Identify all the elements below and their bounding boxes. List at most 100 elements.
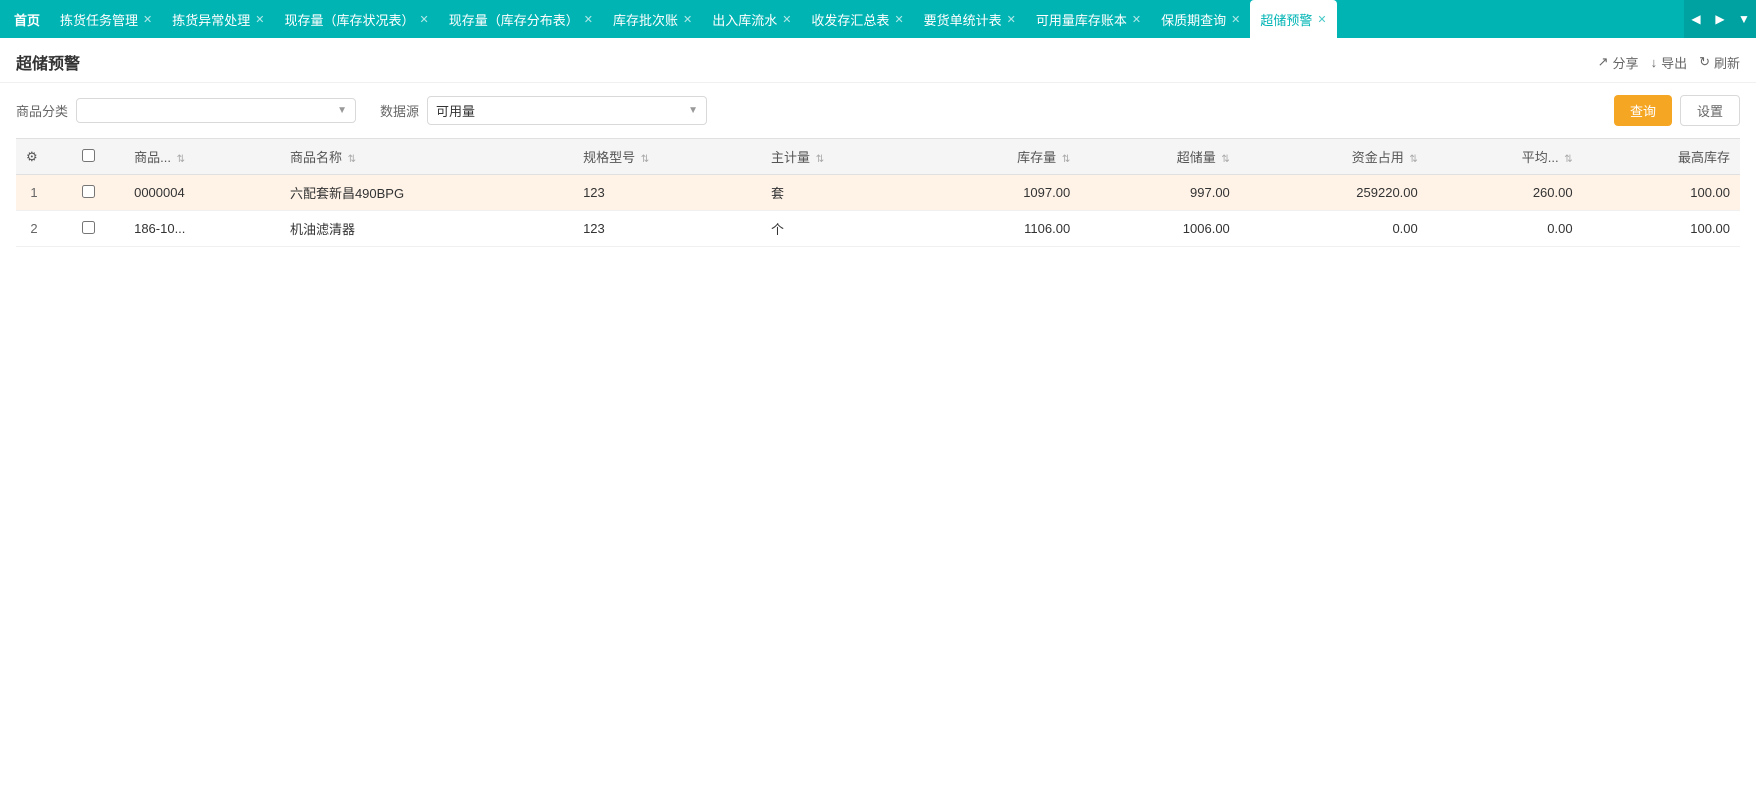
table-header-row: ⚙ 商品... ⇅ 商品名称 ⇅ 规格型号 ⇅ 主计量 [16,139,1740,175]
data-table: ⚙ 商品... ⇅ 商品名称 ⇅ 规格型号 ⇅ 主计量 [16,138,1740,247]
nav-tab-available[interactable]: 可用量库存账本 ✕ [1026,0,1151,38]
category-select[interactable]: ▼ [76,98,356,123]
nav-expand-arrow[interactable]: ▼ [1732,0,1756,38]
row-checkbox-1[interactable] [82,221,95,234]
filter-area: 商品分类 ▼ 数据源 可用量 ▼ 查询 设置 [0,83,1756,138]
row-stock-0: 1097.00 [921,175,1081,211]
nav-tab-batch[interactable]: 库存批次账 ✕ [603,0,702,38]
table-container: ⚙ 商品... ⇅ 商品名称 ⇅ 规格型号 ⇅ 主计量 [0,138,1756,247]
nav-tab-abnormal[interactable]: 拣货异常处理 ✕ [162,0,274,38]
close-quality-icon[interactable]: ✕ [1231,13,1240,26]
row-capital-1: 0.00 [1240,211,1428,247]
row-checkbox-0[interactable] [82,185,95,198]
row-index-0: 1 [16,175,52,211]
close-task-mgmt-icon[interactable]: ✕ [143,13,152,26]
row-code-1: 186-10... [124,211,280,247]
table-body: 1 0000004 六配套新昌490BPG 123 套 1097.00 997.… [16,175,1740,247]
overstock-sort-icon: ⇅ [1221,154,1229,165]
unit-sort-icon: ⇅ [816,154,824,165]
close-available-icon[interactable]: ✕ [1132,13,1141,26]
row-max-stock-1: 100.00 [1583,211,1740,247]
close-inv-status-icon[interactable]: ✕ [420,13,429,26]
code-sort-icon: ⇅ [177,154,185,165]
close-collect-icon[interactable]: ✕ [894,13,903,26]
nav-tab-order-stats[interactable]: 要货单统计表 ✕ [914,0,1026,38]
category-select-value [85,103,89,118]
close-batch-icon[interactable]: ✕ [683,13,692,26]
category-filter-group: 商品分类 ▼ [16,98,356,123]
category-select-arrow-icon: ▼ [337,105,347,116]
gear-icon[interactable]: ⚙ [26,149,38,164]
row-overstock-1: 1006.00 [1080,211,1240,247]
stock-sort-icon: ⇅ [1062,154,1070,165]
nav-tab-task-mgmt[interactable]: 拣货任务管理 ✕ [50,0,162,38]
export-icon: ↓ [1651,55,1658,70]
row-code-0: 0000004 [124,175,280,211]
share-button[interactable]: ↗ 分享 [1598,53,1639,72]
stock-column-header[interactable]: 库存量 ⇅ [921,139,1081,175]
nav-tab-quality[interactable]: 保质期查询 ✕ [1151,0,1250,38]
settings-button[interactable]: 设置 [1680,95,1740,126]
export-button[interactable]: ↓ 导出 [1651,53,1688,72]
unit-column-header[interactable]: 主计量 ⇅ [761,139,921,175]
row-avg-0: 260.00 [1428,175,1583,211]
row-max-stock-0: 100.00 [1583,175,1740,211]
close-overstock-icon[interactable]: ✕ [1317,13,1326,26]
nav-home[interactable]: 首页 [4,0,50,38]
capital-sort-icon: ⇅ [1409,154,1417,165]
table-row: 2 186-10... 机油滤清器 123 个 1106.00 1006.00 … [16,211,1740,247]
datasource-select[interactable]: 可用量 ▼ [427,96,707,125]
share-icon: ↗ [1598,54,1609,70]
row-overstock-0: 997.00 [1080,175,1240,211]
datasource-select-value: 可用量 [436,101,475,120]
avg-sort-icon: ⇅ [1564,154,1572,165]
row-unit-0: 套 [761,175,921,211]
category-filter-label: 商品分类 [16,101,68,120]
refresh-icon: ↻ [1699,54,1710,70]
spec-sort-icon: ⇅ [641,154,649,165]
close-inout-icon[interactable]: ✕ [782,13,791,26]
row-capital-0: 259220.00 [1240,175,1428,211]
max-stock-column-header[interactable]: 最高库存 [1583,139,1740,175]
row-spec-0: 123 [573,175,761,211]
header-actions: ↗ 分享 ↓ 导出 ↻ 刷新 [1598,53,1740,72]
page-header: 超储预警 ↗ 分享 ↓ 导出 ↻ 刷新 [0,38,1756,83]
row-avg-1: 0.00 [1428,211,1583,247]
top-navigation: 首页 拣货任务管理 ✕ 拣货异常处理 ✕ 现存量（库存状况表） ✕ 现存量（库存… [0,0,1756,38]
nav-tab-overstock[interactable]: 超储预警 ✕ [1250,0,1336,38]
datasource-filter-label: 数据源 [380,101,419,120]
spec-column-header[interactable]: 规格型号 ⇅ [573,139,761,175]
row-name-1: 机油滤清器 [280,211,573,247]
query-button[interactable]: 查询 [1614,95,1672,126]
settings-column-header[interactable]: ⚙ [16,139,52,175]
code-column-header[interactable]: 商品... ⇅ [124,139,280,175]
overstock-column-header[interactable]: 超储量 ⇅ [1080,139,1240,175]
nav-tab-inventory-status[interactable]: 现存量（库存状况表） ✕ [274,0,438,38]
name-column-header[interactable]: 商品名称 ⇅ [280,139,573,175]
refresh-button[interactable]: ↻ 刷新 [1699,53,1740,72]
table-row: 1 0000004 六配套新昌490BPG 123 套 1097.00 997.… [16,175,1740,211]
page-title: 超储预警 [16,50,80,74]
row-checkbox-cell-1[interactable] [52,211,124,247]
datasource-filter-group: 数据源 可用量 ▼ [380,96,707,125]
close-abnormal-icon[interactable]: ✕ [255,13,264,26]
row-checkbox-cell-0[interactable] [52,175,124,211]
nav-tab-inventory-dist[interactable]: 现存量（库存分布表） ✕ [439,0,603,38]
row-stock-1: 1106.00 [921,211,1081,247]
row-spec-1: 123 [573,211,761,247]
nav-tab-inout-flow[interactable]: 出入库流水 ✕ [702,0,801,38]
close-inv-dist-icon[interactable]: ✕ [584,13,593,26]
datasource-select-arrow-icon: ▼ [688,105,698,116]
select-all-checkbox[interactable] [82,149,95,162]
nav-prev-arrow[interactable]: ◀ [1684,0,1708,38]
row-index-1: 2 [16,211,52,247]
nav-tab-collect[interactable]: 收发存汇总表 ✕ [801,0,913,38]
close-order-stats-icon[interactable]: ✕ [1007,13,1016,26]
name-sort-icon: ⇅ [348,154,356,165]
row-name-0: 六配套新昌490BPG [280,175,573,211]
avg-column-header[interactable]: 平均... ⇅ [1428,139,1583,175]
checkbox-column-header [52,139,124,175]
nav-next-arrow[interactable]: ▶ [1708,0,1732,38]
nav-tab-area: 拣货任务管理 ✕ 拣货异常处理 ✕ 现存量（库存状况表） ✕ 现存量（库存分布表… [50,0,1684,38]
capital-column-header[interactable]: 资金占用 ⇅ [1240,139,1428,175]
